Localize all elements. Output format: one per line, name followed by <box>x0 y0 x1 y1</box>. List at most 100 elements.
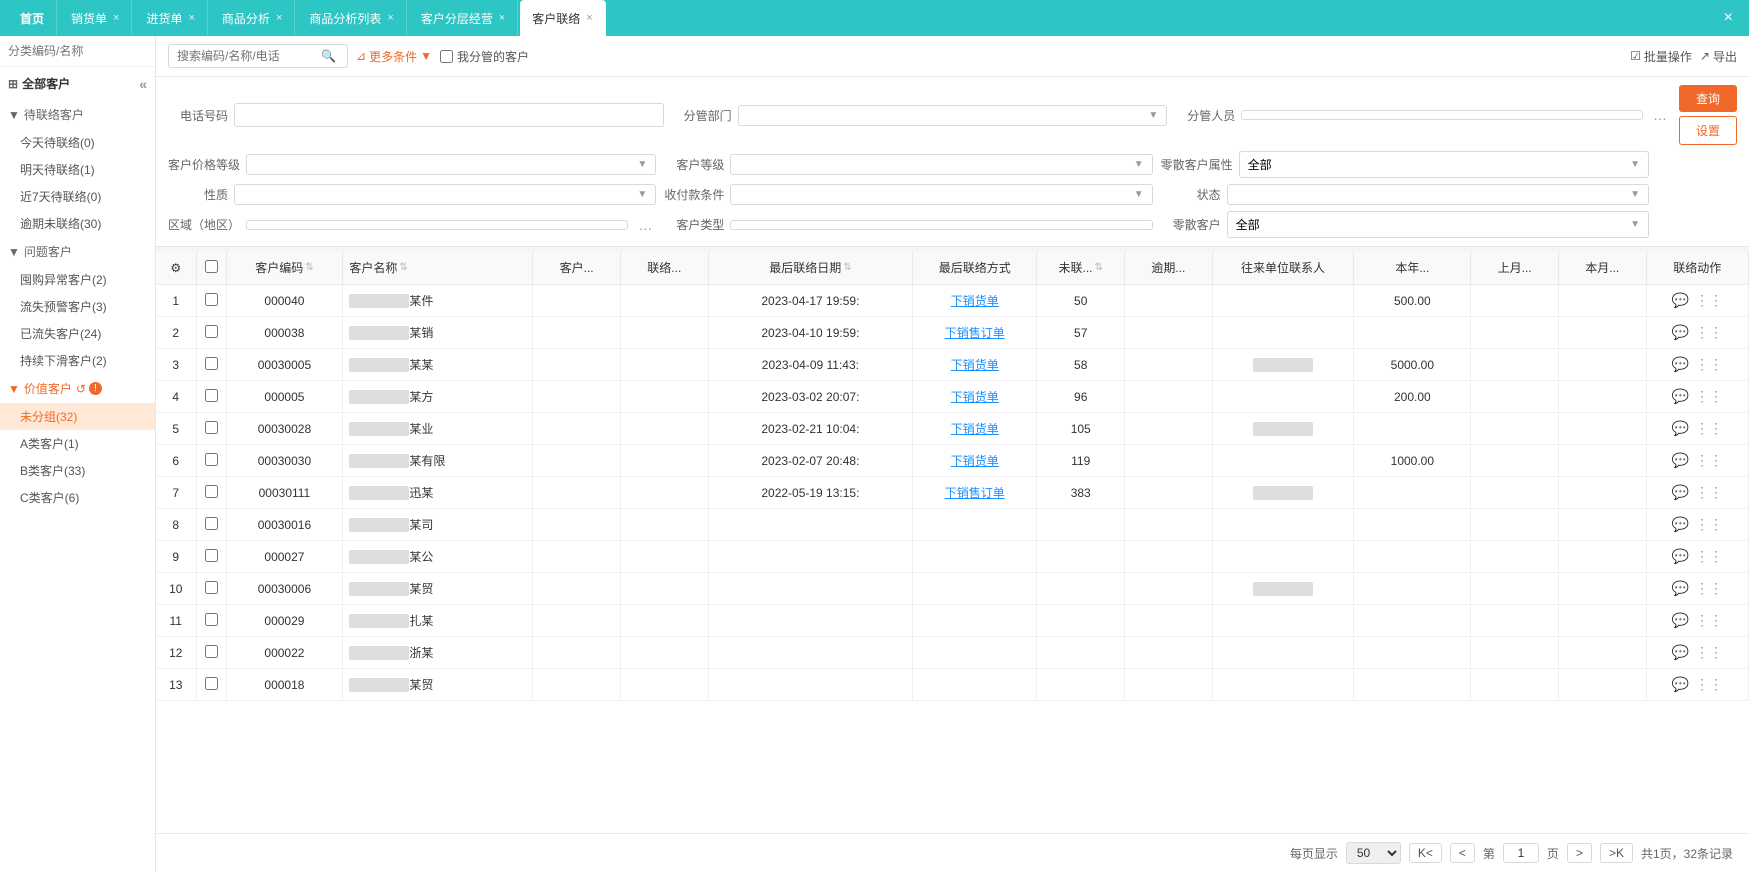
nav-tab-analysis[interactable]: 商品分析 × <box>210 0 295 36</box>
row-checkbox[interactable] <box>205 581 218 594</box>
close-customer-tier-tab[interactable]: × <box>499 12 505 24</box>
sidebar-item-tomorrow-pending[interactable]: 明天待联络(1) <box>0 156 155 183</box>
th-settings[interactable]: ⚙ <box>156 251 196 285</box>
row-check[interactable] <box>196 573 226 605</box>
row-checkbox[interactable] <box>205 485 218 498</box>
select-all-checkbox[interactable] <box>205 260 218 273</box>
more-action-icon[interactable]: ⋮⋮ <box>1695 356 1723 373</box>
last-method-link[interactable]: 下销货单 <box>951 422 999 436</box>
more-action-icon[interactable]: ⋮⋮ <box>1695 644 1723 661</box>
sidebar-item-today-pending[interactable]: 今天待联络(0) <box>0 129 155 156</box>
row-checkbox[interactable] <box>205 613 218 626</box>
person-select[interactable] <box>1241 110 1643 120</box>
sidebar-item-class-a[interactable]: A类客户(1) <box>0 430 155 457</box>
bulk-op-btn[interactable]: ☑ 批量操作 <box>1630 48 1692 65</box>
query-button[interactable]: 查询 <box>1679 85 1737 112</box>
more-conditions-btn[interactable]: ⊿ 更多条件 ▼ <box>356 48 432 65</box>
sidebar-item-class-b[interactable]: B类客户(33) <box>0 457 155 484</box>
row-checkbox[interactable] <box>205 357 218 370</box>
row-check[interactable] <box>196 381 226 413</box>
region-more-btn[interactable]: … <box>634 217 656 233</box>
sidebar-search-input[interactable] <box>8 44 156 58</box>
row-checkbox[interactable] <box>205 549 218 562</box>
close-analysis-tab[interactable]: × <box>276 12 282 24</box>
reset-button[interactable]: 设置 <box>1679 116 1737 145</box>
row-check[interactable] <box>196 541 226 573</box>
nav-tab-customer-contact[interactable]: 客户联络 × <box>520 0 605 36</box>
chat-icon[interactable]: 💬 <box>1672 324 1689 341</box>
next-page-btn[interactable]: > <box>1567 843 1592 863</box>
close-customer-contact-tab[interactable]: × <box>586 12 592 24</box>
phone-input[interactable] <box>234 103 664 127</box>
chat-icon[interactable]: 💬 <box>1672 548 1689 565</box>
sidebar-item-ungroup[interactable]: 未分组(32) <box>0 403 155 430</box>
row-checkbox[interactable] <box>205 325 218 338</box>
row-check[interactable] <box>196 605 226 637</box>
pay-select[interactable]: ▼ <box>730 184 1152 205</box>
chat-icon[interactable]: 💬 <box>1672 356 1689 373</box>
row-checkbox[interactable] <box>205 517 218 530</box>
th-check[interactable] <box>196 251 226 285</box>
sidebar-group-problem[interactable]: ▼ 问题客户 <box>0 237 155 266</box>
search-icon[interactable]: 🔍 <box>321 49 336 63</box>
sidebar-item-7day-pending[interactable]: 近7天待联络(0) <box>0 183 155 210</box>
sidebar-item-class-c[interactable]: C类客户(6) <box>0 484 155 511</box>
sidebar-item-hoarding[interactable]: 囤购异常客户(2) <box>0 266 155 293</box>
export-btn[interactable]: ↗ 导出 <box>1700 48 1737 65</box>
row-check[interactable] <box>196 669 226 701</box>
row-check[interactable] <box>196 445 226 477</box>
nav-tab-analysis-list[interactable]: 商品分析列表 × <box>297 0 406 36</box>
sidebar-item-churn-warning[interactable]: 流失预警客户(3) <box>0 293 155 320</box>
settings-icon[interactable]: ⚙ <box>170 261 181 275</box>
nav-tab-customer-tier[interactable]: 客户分层经营 × <box>409 0 518 36</box>
row-check[interactable] <box>196 477 226 509</box>
status-select[interactable]: ▼ <box>1227 184 1649 205</box>
last-method-link[interactable]: 下销货单 <box>951 390 999 404</box>
chat-icon[interactable]: 💬 <box>1672 644 1689 661</box>
refresh-icon[interactable]: ↺ <box>76 382 86 396</box>
window-close-btn[interactable]: × <box>1716 9 1741 27</box>
row-check[interactable] <box>196 285 226 317</box>
page-number-input[interactable] <box>1503 843 1539 863</box>
search-input[interactable] <box>177 49 317 63</box>
row-checkbox[interactable] <box>205 645 218 658</box>
chat-icon[interactable]: 💬 <box>1672 388 1689 405</box>
more-action-icon[interactable]: ⋮⋮ <box>1695 292 1723 309</box>
row-checkbox[interactable] <box>205 293 218 306</box>
more-action-icon[interactable]: ⋮⋮ <box>1695 324 1723 341</box>
row-checkbox[interactable] <box>205 677 218 690</box>
row-checkbox[interactable] <box>205 453 218 466</box>
close-sales-tab[interactable]: × <box>113 12 119 24</box>
last-method-link[interactable]: 下销货单 <box>951 358 999 372</box>
region-select[interactable] <box>246 220 628 230</box>
sidebar-group-pending[interactable]: ▼ 待联络客户 <box>0 100 155 129</box>
dept-select[interactable]: ▼ <box>738 105 1168 126</box>
chat-icon[interactable]: 💬 <box>1672 516 1689 533</box>
row-check[interactable] <box>196 413 226 445</box>
more-action-icon[interactable]: ⋮⋮ <box>1695 452 1723 469</box>
price-level-select[interactable]: ▼ <box>246 154 656 175</box>
my-customers-checkbox[interactable] <box>440 50 453 63</box>
attr-select[interactable]: 全部 ▼ <box>1239 151 1649 178</box>
row-check[interactable] <box>196 509 226 541</box>
more-action-icon[interactable]: ⋮⋮ <box>1695 388 1723 405</box>
chat-icon[interactable]: 💬 <box>1672 484 1689 501</box>
customer-type-select[interactable] <box>730 220 1152 230</box>
chat-icon[interactable]: 💬 <box>1672 452 1689 469</box>
person-more-btn[interactable]: … <box>1649 107 1671 123</box>
row-check[interactable] <box>196 349 226 381</box>
last-method-link[interactable]: 下销货单 <box>951 294 999 308</box>
more-action-icon[interactable]: ⋮⋮ <box>1695 548 1723 565</box>
chat-icon[interactable]: 💬 <box>1672 676 1689 693</box>
sidebar-group-value[interactable]: ▼ 价值客户 ↺ ! <box>0 374 155 403</box>
last-method-link[interactable]: 下销售订单 <box>945 486 1005 500</box>
more-action-icon[interactable]: ⋮⋮ <box>1695 484 1723 501</box>
nav-tab-home[interactable]: 首页 <box>8 0 57 36</box>
nature-select[interactable]: ▼ <box>234 184 656 205</box>
page-size-select[interactable]: 50 20 100 <box>1346 842 1401 864</box>
more-action-icon[interactable]: ⋮⋮ <box>1695 516 1723 533</box>
sidebar-item-declining[interactable]: 持续下滑客户(2) <box>0 347 155 374</box>
prev-page-btn[interactable]: < <box>1450 843 1475 863</box>
last-method-link[interactable]: 下销售订单 <box>945 326 1005 340</box>
row-check[interactable] <box>196 637 226 669</box>
